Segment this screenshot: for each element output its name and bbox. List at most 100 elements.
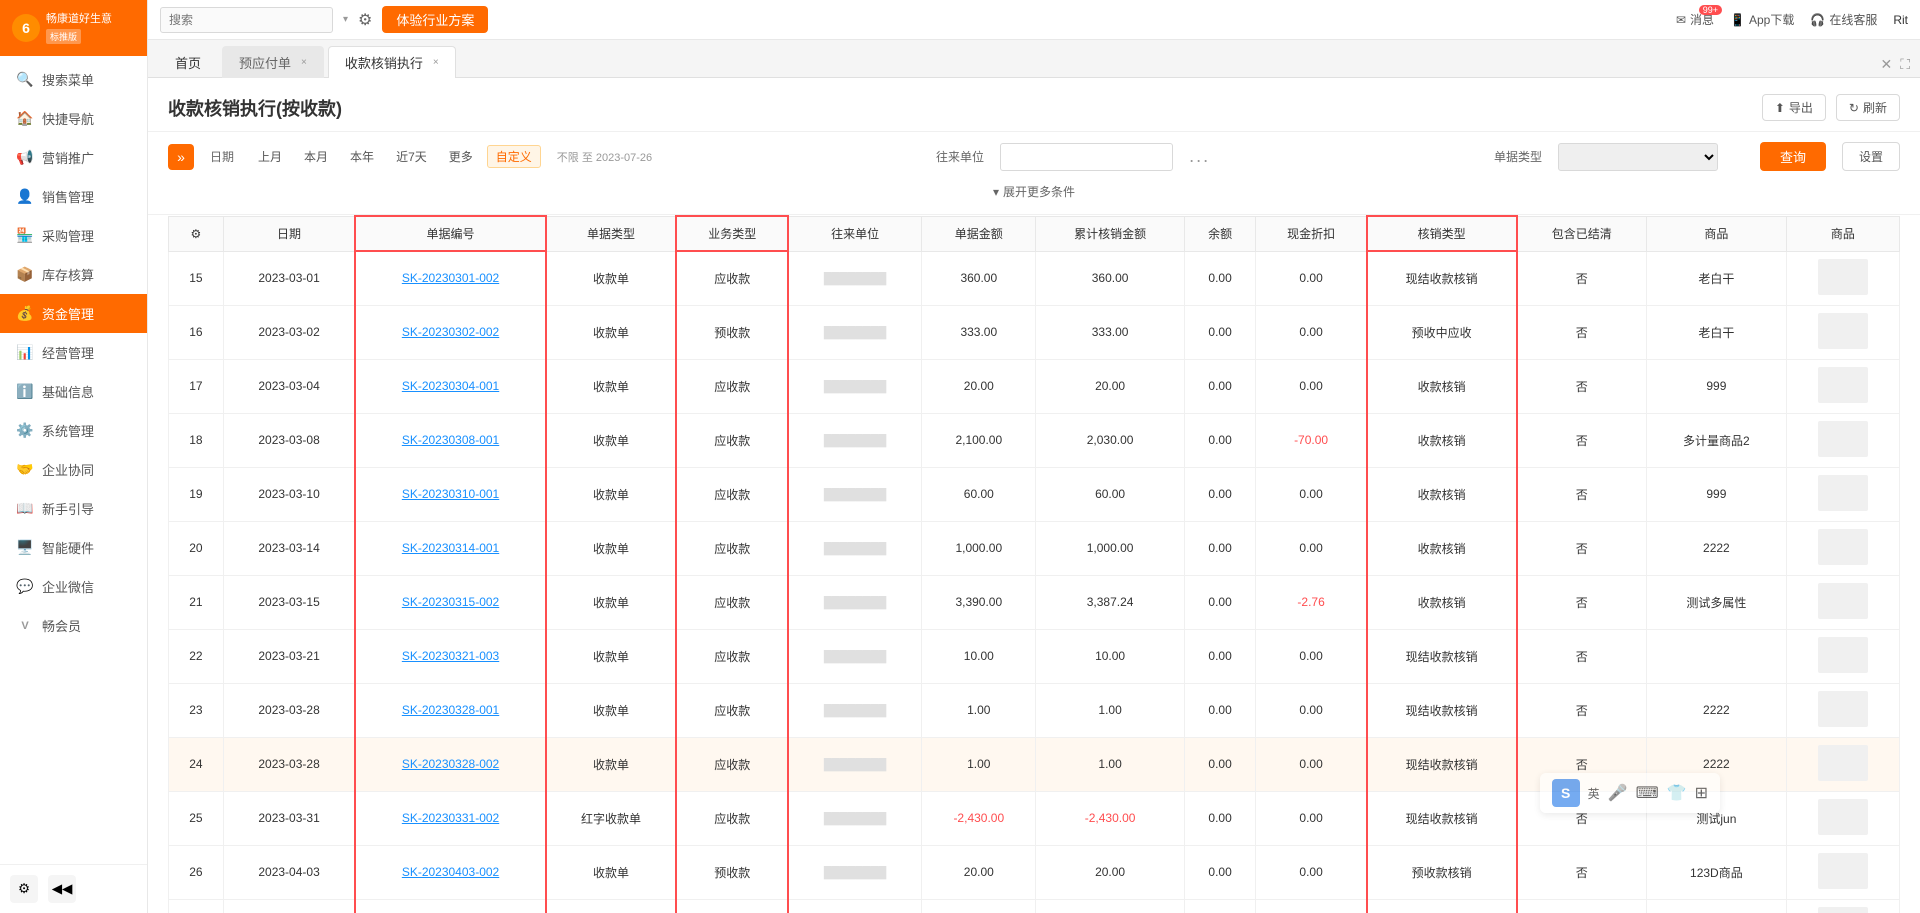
messages-action[interactable]: ✉ 消息 99+ [1676,11,1714,28]
dropdown-arrow-icon[interactable]: ▾ [343,14,348,25]
sidebar-item-search[interactable]: 🔍 搜索菜单 [0,60,147,99]
col-header-include-cleared[interactable]: 包含已结清 [1517,216,1647,251]
table-row: 21 2023-03-15 SK-20230315-002 收款单 应收款 ██… [169,575,1900,629]
tab-collection[interactable]: 收款核销执行 × [328,46,456,78]
col-header-gear[interactable]: ⚙ [169,216,224,251]
cell-doc-no: SK-20230321-003 [355,629,545,683]
sidebar-item-shortcut[interactable]: 🏠 快捷导航 [0,99,147,138]
doc-no-link[interactable]: SK-20230315-002 [402,595,499,609]
col-header-written-off[interactable]: 累计核销金额 [1036,216,1184,251]
cell-doc-type: 收款单 [546,683,677,737]
col-header-date[interactable]: 日期 [223,216,355,251]
cell-doc-type: 收款单 [546,359,677,413]
cell-cancel-type: 现结收款核销 [1367,791,1517,845]
expand-conditions-button[interactable]: ▾ 展开更多条件 [981,179,1087,204]
sidebar-item-wechat[interactable]: 💬 企业微信 [0,567,147,606]
tab-home[interactable]: 首页 [158,46,218,78]
sidebar-settings-button[interactable]: ⚙ [10,875,38,903]
tab-prepay[interactable]: 预应付单 × [222,46,324,78]
cell-balance: 0.00 [1184,305,1256,359]
doc-no-link[interactable]: SK-20230301-002 [402,271,499,285]
sidebar-collapse-button[interactable]: ◀◀ [48,875,76,903]
col-header-biz-type[interactable]: 业务类型 [676,216,788,251]
col-header-amount[interactable]: 单据金额 [922,216,1036,251]
col-header-goods[interactable]: 商品 [1647,216,1787,251]
col-header-doc-no[interactable]: 单据编号 [355,216,545,251]
keyboard-icon[interactable]: ⌨ [1636,783,1659,803]
partner-filter-input[interactable] [1000,143,1173,171]
sidebar-item-guide[interactable]: 📖 新手引导 [0,489,147,528]
app-download-action[interactable]: 📱 App下载 [1730,11,1794,28]
col-header-discount[interactable]: 现金折扣 [1256,216,1367,251]
sidebar-item-sales[interactable]: 👤 销售管理 [0,177,147,216]
cell-goods2 [1786,305,1899,359]
phone-icon: 📱 [1730,13,1745,27]
cell-doc-no: SK-20230304-001 [355,359,545,413]
sidebar-item-finance[interactable]: 💰 资金管理 [0,294,147,333]
expand-icon: ▾ [993,185,999,199]
sidebar-item-purchase[interactable]: 🏪 采购管理 [0,216,147,255]
sidebar-item-enterprise[interactable]: 🤝 企业协同 [0,450,147,489]
cell-num: 19 [169,467,224,521]
industry-button[interactable]: 体验行业方案 [382,6,488,33]
system-icon: ⚙️ [16,422,34,440]
tab-expand-button[interactable]: ⛶ [1900,56,1910,73]
doc-no-link[interactable]: SK-20230331-002 [402,811,499,825]
doc-no-link[interactable]: SK-20230328-002 [402,757,499,771]
doc-no-link[interactable]: SK-20230321-003 [402,649,499,663]
online-service-action[interactable]: 🎧 在线客服 [1810,11,1877,28]
cell-written-off: 333.00 [1036,305,1184,359]
cell-include-cleared: 否 [1517,575,1647,629]
date-cur-year-btn[interactable]: 本年 [342,146,382,167]
sidebar-item-system[interactable]: ⚙️ 系统管理 [0,411,147,450]
cell-goods2 [1786,251,1899,305]
doc-type-select[interactable] [1558,143,1718,171]
filter-settings-button[interactable]: 设置 [1842,142,1900,171]
topbar-gear-icon[interactable]: ⚙ [358,10,372,30]
grid-icon[interactable]: ⊞ [1695,783,1708,803]
query-button[interactable]: 查询 [1760,142,1826,171]
col-header-doc-type[interactable]: 单据类型 [546,216,677,251]
sidebar-item-marketing[interactable]: 📢 营销推广 [0,138,147,177]
date-prev-month-btn[interactable]: 上月 [250,146,290,167]
cell-goods: 老白干 [1647,305,1787,359]
cell-cancel-type: 收款核销 [1367,413,1517,467]
date-more-btn[interactable]: 更多 [441,146,481,167]
doc-no-link[interactable]: SK-20230310-001 [402,487,499,501]
messages-badge: 99+ [1699,5,1722,15]
sidebar-item-member[interactable]: V 畅会员 [0,606,147,645]
sidebar-item-basic[interactable]: ℹ️ 基础信息 [0,372,147,411]
col-header-partner[interactable]: 往来单位 [788,216,922,251]
cell-written-off: 1.00 [1036,737,1184,791]
user-name[interactable]: Rit [1893,13,1908,27]
sidebar-item-inventory[interactable]: 📦 库存核算 [0,255,147,294]
date-custom-btn[interactable]: 自定义 [487,145,541,168]
sidebar-item-hardware[interactable]: 🖥️ 智能硬件 [0,528,147,567]
col-header-cancel-type[interactable]: 核销类型 [1367,216,1517,251]
doc-no-link[interactable]: SK-20230328-001 [402,703,499,717]
export-button[interactable]: ⬆ 导出 [1762,94,1826,121]
doc-no-link[interactable]: SK-20230314-001 [402,541,499,555]
cell-written-off: 20.00 [1036,359,1184,413]
sales-icon: 👤 [16,188,34,206]
mic-icon[interactable]: 🎤 [1608,783,1628,803]
doc-no-link[interactable]: SK-20230304-001 [402,379,499,393]
app-label: App下载 [1749,11,1794,28]
filter-toggle-button[interactable]: » [168,144,194,170]
tab-close-all-button[interactable]: ✕ [1880,56,1892,73]
cell-partner: ████████ [788,413,922,467]
date-cur-month-btn[interactable]: 本月 [296,146,336,167]
doc-no-link[interactable]: SK-20230308-001 [402,433,499,447]
sidebar-item-operations[interactable]: 📊 经营管理 [0,333,147,372]
date-7days-btn[interactable]: 近7天 [388,146,435,167]
refresh-button[interactable]: ↻ 刷新 [1836,94,1900,121]
doc-no-link[interactable]: SK-20230302-002 [402,325,499,339]
shirt-icon[interactable]: 👕 [1667,783,1687,803]
doc-no-link[interactable]: SK-20230403-002 [402,865,499,879]
tab-collection-close-icon[interactable]: × [433,57,439,68]
cell-goods2 [1786,683,1899,737]
col-header-goods2[interactable]: 商品 [1786,216,1899,251]
tab-prepay-close-icon[interactable]: × [301,57,307,68]
col-header-balance[interactable]: 余额 [1184,216,1256,251]
topbar-search-input[interactable] [160,7,333,33]
